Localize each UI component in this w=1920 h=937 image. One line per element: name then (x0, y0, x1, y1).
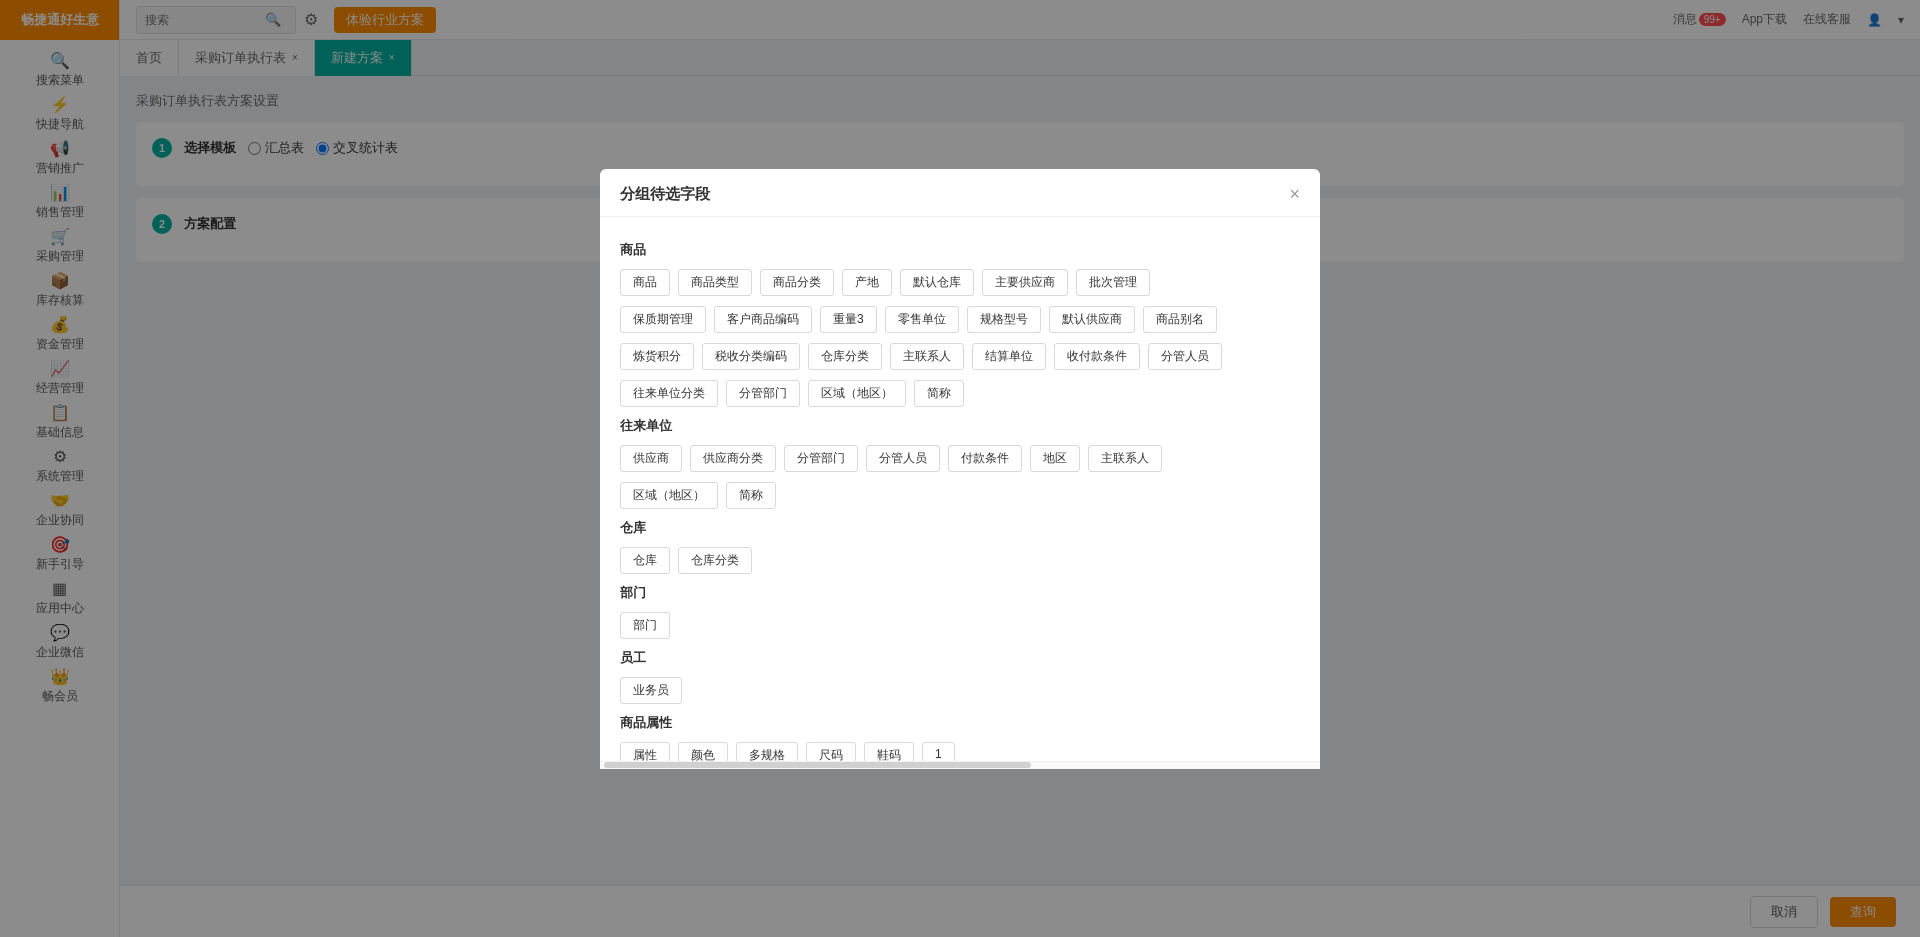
field-tag[interactable]: 区域（地区） (808, 380, 906, 407)
field-tag[interactable]: 主联系人 (890, 343, 964, 370)
field-tag[interactable]: 默认供应商 (1049, 306, 1135, 333)
field-tag[interactable]: 分管部门 (784, 445, 858, 472)
field-tag[interactable]: 主联系人 (1088, 445, 1162, 472)
field-tag[interactable]: 重量3 (820, 306, 877, 333)
field-tag[interactable]: 商品 (620, 269, 670, 296)
modal-overlay: 分组待选字段 × 商品 商品 商品类型 商品分类 产地 默认仓库 主要供应商 批… (0, 0, 1920, 937)
field-tag[interactable]: 分管人员 (866, 445, 940, 472)
field-tag[interactable]: 收付款条件 (1054, 343, 1140, 370)
field-tag[interactable]: 规格型号 (967, 306, 1041, 333)
field-tag[interactable]: 付款条件 (948, 445, 1022, 472)
section-title-goods: 商品 (620, 241, 1300, 259)
modal-horizontal-scrollbar[interactable] (600, 761, 1320, 768)
field-tag[interactable]: 商品分类 (760, 269, 834, 296)
modal-title: 分组待选字段 (620, 185, 710, 204)
modal-close-btn[interactable]: × (1289, 185, 1300, 203)
field-tag[interactable]: 业务员 (620, 677, 682, 704)
section-title-dept: 部门 (620, 584, 1300, 602)
field-tag[interactable]: 结算单位 (972, 343, 1046, 370)
field-tag[interactable]: 简称 (914, 380, 964, 407)
field-tag[interactable]: 供应商分类 (690, 445, 776, 472)
field-tag[interactable]: 仓库分类 (678, 547, 752, 574)
field-tag[interactable]: 属性 (620, 742, 670, 762)
field-tag[interactable]: 地区 (1030, 445, 1080, 472)
field-tag[interactable]: 默认仓库 (900, 269, 974, 296)
field-tag[interactable]: 1 (922, 742, 955, 762)
field-tag[interactable]: 往来单位分类 (620, 380, 718, 407)
scrollbar-thumb (604, 762, 1031, 768)
field-tag[interactable]: 分管人员 (1148, 343, 1222, 370)
field-row-goods4: 往来单位分类 分管部门 区域（地区） 简称 (620, 380, 1300, 407)
field-tag[interactable]: 仓库 (620, 547, 670, 574)
field-row-staff: 业务员 (620, 677, 1300, 704)
field-tag[interactable]: 尺码 (806, 742, 856, 762)
field-tag[interactable]: 简称 (726, 482, 776, 509)
field-tag[interactable]: 分管部门 (726, 380, 800, 407)
field-tag[interactable]: 保质期管理 (620, 306, 706, 333)
field-tag[interactable]: 商品类型 (678, 269, 752, 296)
field-tag[interactable]: 炼货积分 (620, 343, 694, 370)
field-row-partner2: 区域（地区） 简称 (620, 482, 1300, 509)
modal-header: 分组待选字段 × (600, 169, 1320, 217)
section-title-attrs: 商品属性 (620, 714, 1300, 732)
section-title-partner: 往来单位 (620, 417, 1300, 435)
field-row-goods: 商品 商品类型 商品分类 产地 默认仓库 主要供应商 批次管理 (620, 269, 1300, 296)
field-tag[interactable]: 产地 (842, 269, 892, 296)
field-row-partner: 供应商 供应商分类 分管部门 分管人员 付款条件 地区 主联系人 (620, 445, 1300, 472)
field-tag[interactable]: 客户商品编码 (714, 306, 812, 333)
field-row-attrs: 属性 颜色 多规格 尺码 鞋码 1 (620, 742, 1300, 762)
field-tag[interactable]: 主要供应商 (982, 269, 1068, 296)
field-tag[interactable]: 多规格 (736, 742, 798, 762)
field-row-goods2: 保质期管理 客户商品编码 重量3 零售单位 规格型号 默认供应商 商品别名 (620, 306, 1300, 333)
field-tag[interactable]: 税收分类编码 (702, 343, 800, 370)
field-row-warehouse: 仓库 仓库分类 (620, 547, 1300, 574)
field-tag[interactable]: 颜色 (678, 742, 728, 762)
modal-body: 商品 商品 商品类型 商品分类 产地 默认仓库 主要供应商 批次管理 保质期管理… (600, 217, 1320, 762)
section-title-staff: 员工 (620, 649, 1300, 667)
field-tag[interactable]: 零售单位 (885, 306, 959, 333)
field-tag[interactable]: 鞋码 (864, 742, 914, 762)
field-tag[interactable]: 商品别名 (1143, 306, 1217, 333)
field-tag[interactable]: 部门 (620, 612, 670, 639)
field-tag[interactable]: 供应商 (620, 445, 682, 472)
field-select-modal: 分组待选字段 × 商品 商品 商品类型 商品分类 产地 默认仓库 主要供应商 批… (600, 169, 1320, 769)
field-tag[interactable]: 仓库分类 (808, 343, 882, 370)
field-tag[interactable]: 区域（地区） (620, 482, 718, 509)
field-tag[interactable]: 批次管理 (1076, 269, 1150, 296)
field-row-dept: 部门 (620, 612, 1300, 639)
field-row-goods3: 炼货积分 税收分类编码 仓库分类 主联系人 结算单位 收付款条件 分管人员 (620, 343, 1300, 370)
section-title-warehouse: 仓库 (620, 519, 1300, 537)
